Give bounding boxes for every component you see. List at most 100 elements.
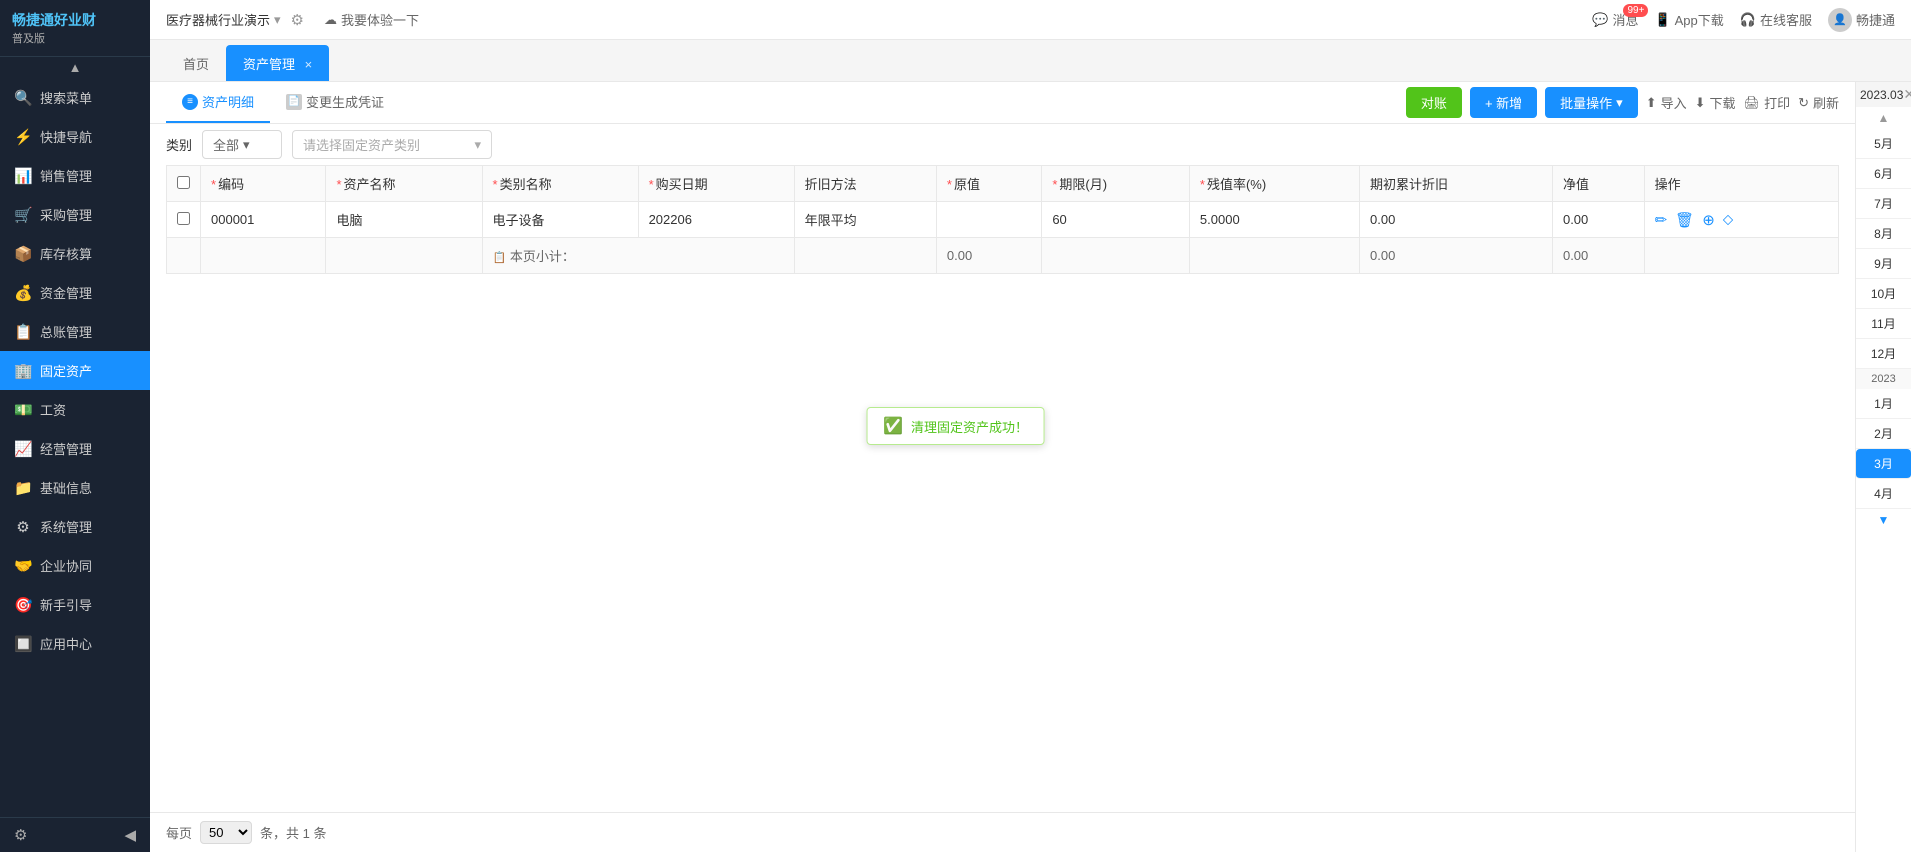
topbar-right: 💬 消息 99+ 📱 App下载 🎧 在线客服 👤 畅捷通 xyxy=(1592,8,1895,32)
calendar-month[interactable]: 8月 xyxy=(1856,219,1911,249)
sidebar: 畅捷通好业财 普及版 ▲ 🔍搜索菜单⚡快捷导航📊销售管理🛒采购管理📦库存核算💰资… xyxy=(0,0,150,852)
download-icon: ⬇ xyxy=(1695,95,1706,111)
calendar-month[interactable]: 7月 xyxy=(1856,189,1911,219)
pagination: 每页 50 100 条，共 1 条 xyxy=(150,812,1855,852)
sidebar-item-2[interactable]: 📊销售管理 xyxy=(0,156,150,195)
calendar-month[interactable]: 3月 xyxy=(1856,449,1911,479)
asset-table: 编码 资产名称 类别名称 购买日期 折旧方法 原值 期限(月) 残值率(%) 期… xyxy=(166,165,1839,274)
sidebar-item-6[interactable]: 📋总账管理 xyxy=(0,312,150,351)
sub-tab-asset-detail[interactable]: ≡ 资产明细 xyxy=(166,82,270,123)
sidebar-icon-8: 💵 xyxy=(14,401,32,419)
sidebar-item-8[interactable]: 💵工资 xyxy=(0,390,150,429)
per-page-select[interactable]: 50 100 xyxy=(200,821,252,844)
sidebar-item-0[interactable]: 🔍搜索菜单 xyxy=(0,78,150,117)
settings-gear-icon[interactable]: ⚙ xyxy=(291,11,304,29)
sidebar-item-4[interactable]: 📦库存核算 xyxy=(0,234,150,273)
tab-close-icon[interactable]: × xyxy=(305,57,313,72)
message-button[interactable]: 💬 消息 99+ xyxy=(1592,10,1638,29)
sidebar-item-10[interactable]: 📁基础信息 xyxy=(0,468,150,507)
sidebar-item-12[interactable]: 🤝企业协同 xyxy=(0,546,150,585)
user-menu[interactable]: 👤 畅捷通 xyxy=(1828,8,1895,32)
sidebar-icon-1: ⚡ xyxy=(14,128,32,146)
app-download-button[interactable]: 📱 App下载 xyxy=(1654,10,1723,29)
sidebar-icon-5: 💰 xyxy=(14,284,32,302)
more-icon[interactable]: ⬦ xyxy=(1723,211,1734,229)
col-code: 编码 xyxy=(201,166,326,202)
sub-tab-voucher[interactable]: 📄 变更生成凭证 xyxy=(270,82,400,123)
message-badge: 99+ xyxy=(1623,4,1648,17)
print-button[interactable]: 🖨 打印 xyxy=(1744,87,1791,118)
cloud-icon: ☁ xyxy=(324,12,337,28)
sidebar-logo: 畅捷通好业财 普及版 xyxy=(0,0,150,57)
calendar-panel: 2023.03 ✕ ⤢ ▲ 5月6月7月8月9月10月11月12月20231月2… xyxy=(1855,82,1911,852)
tab-home[interactable]: 首页 xyxy=(166,45,226,81)
sidebar-item-9[interactable]: 📈经营管理 xyxy=(0,429,150,468)
logo-sub: 普及版 xyxy=(12,30,138,46)
content-area: ≡ 资产明细 📄 变更生成凭证 对账 + 新增 批量操作 ▾ xyxy=(150,82,1911,852)
calendar-month[interactable]: 10月 xyxy=(1856,279,1911,309)
import-icon: ⬆ xyxy=(1646,95,1657,111)
dui-zhang-button[interactable]: 对账 xyxy=(1406,87,1462,118)
sidebar-icon-14: 🔲 xyxy=(14,635,32,653)
print-icon: 🖨 xyxy=(1744,95,1761,111)
filter-bar: 类别 全部 ▾ 请选择固定资产类别 ▾ xyxy=(150,124,1855,165)
sidebar-icon-9: 📈 xyxy=(14,440,32,458)
settings-icon[interactable]: ⚙ xyxy=(14,826,27,844)
close-panel-icon[interactable]: ✕ xyxy=(1903,86,1911,103)
company-selector[interactable]: 医疗器械行业演示 ▾ xyxy=(166,10,281,29)
topbar: 医疗器械行业演示 ▾ ⚙ ☁ 我要体验一下 💬 消息 99+ 📱 App下载 🎧… xyxy=(150,0,1911,40)
calendar-nav: 5月6月7月8月9月10月11月12月20231月2月3月4月▼ xyxy=(1856,129,1911,531)
voucher-icon: 📄 xyxy=(286,94,302,110)
col-depreciation-method: 折旧方法 xyxy=(794,166,936,202)
col-purchase-date: 购买日期 xyxy=(638,166,794,202)
collapse-icon[interactable]: ◀ xyxy=(124,826,136,844)
sidebar-item-14[interactable]: 🔲应用中心 xyxy=(0,624,150,663)
add-button[interactable]: + 新增 xyxy=(1470,87,1537,118)
calendar-month[interactable]: 12月 xyxy=(1856,339,1911,369)
refresh-button[interactable]: ↻ 刷新 xyxy=(1798,87,1839,118)
calendar-month[interactable]: 1月 xyxy=(1856,389,1911,419)
category-input[interactable]: 请选择固定资产类别 ▾ xyxy=(292,130,492,159)
online-service-button[interactable]: 🎧 在线客服 xyxy=(1740,10,1812,29)
toast-container: ✅ 清理固定资产成功！ xyxy=(866,407,1045,445)
message-icon: 💬 xyxy=(1592,12,1608,28)
sidebar-icon-13: 🎯 xyxy=(14,596,32,614)
sidebar-item-11[interactable]: ⚙系统管理 xyxy=(0,507,150,546)
main-content: ≡ 资产明细 📄 变更生成凭证 对账 + 新增 批量操作 ▾ xyxy=(150,82,1855,852)
delete-icon[interactable]: 🗑 xyxy=(1675,211,1694,229)
copy-icon[interactable]: ⊕ xyxy=(1702,211,1715,229)
sidebar-item-3[interactable]: 🛒采购管理 xyxy=(0,195,150,234)
select-all-checkbox[interactable] xyxy=(177,176,190,189)
calendar-month[interactable]: 2月 xyxy=(1856,419,1911,449)
sidebar-icon-6: 📋 xyxy=(14,323,32,341)
sidebar-scroll-up[interactable]: ▲ xyxy=(0,57,150,78)
sidebar-item-1[interactable]: ⚡快捷导航 xyxy=(0,117,150,156)
tab-asset-management[interactable]: 资产管理 × xyxy=(226,45,329,81)
sidebar-icon-0: 🔍 xyxy=(14,89,32,107)
edit-icon[interactable]: ✏ xyxy=(1655,211,1668,229)
check-circle-icon: ✅ xyxy=(883,416,903,436)
calendar-scroll-down[interactable]: ▼ xyxy=(1856,509,1911,531)
calendar-month[interactable]: 11月 xyxy=(1856,309,1911,339)
sidebar-item-13[interactable]: 🎯新手引导 xyxy=(0,585,150,624)
download-button[interactable]: ⬇ 下载 xyxy=(1695,87,1736,118)
row-checkbox-0[interactable] xyxy=(177,212,190,225)
calendar-month[interactable]: 6月 xyxy=(1856,159,1911,189)
success-toast: ✅ 清理固定资产成功！ xyxy=(866,407,1045,445)
calendar-month[interactable]: 9月 xyxy=(1856,249,1911,279)
calendar-month[interactable]: 4月 xyxy=(1856,479,1911,509)
sidebar-item-7[interactable]: 🏢固定资产 xyxy=(0,351,150,390)
sidebar-item-5[interactable]: 💰资金管理 xyxy=(0,273,150,312)
experience-button[interactable]: ☁ 我要体验一下 xyxy=(324,10,419,29)
logo-name: 畅捷通好业财 xyxy=(12,10,138,30)
batch-ops-button[interactable]: 批量操作 ▾ xyxy=(1545,87,1638,118)
calendar-scroll-up[interactable]: ▲ xyxy=(1856,107,1911,129)
col-category: 类别名称 xyxy=(482,166,638,202)
company-name: 医疗器械行业演示 xyxy=(166,10,270,29)
phone-icon: 📱 xyxy=(1654,12,1670,28)
import-button[interactable]: ⬆ 导入 xyxy=(1646,87,1687,118)
calendar-month[interactable]: 5月 xyxy=(1856,129,1911,159)
subtotal-row: 📋 本页小计： 0.00 0.00 0.00 xyxy=(167,238,1839,274)
category-type-select[interactable]: 全部 ▾ xyxy=(202,130,282,159)
toast-message: 清理固定资产成功！ xyxy=(911,417,1028,436)
